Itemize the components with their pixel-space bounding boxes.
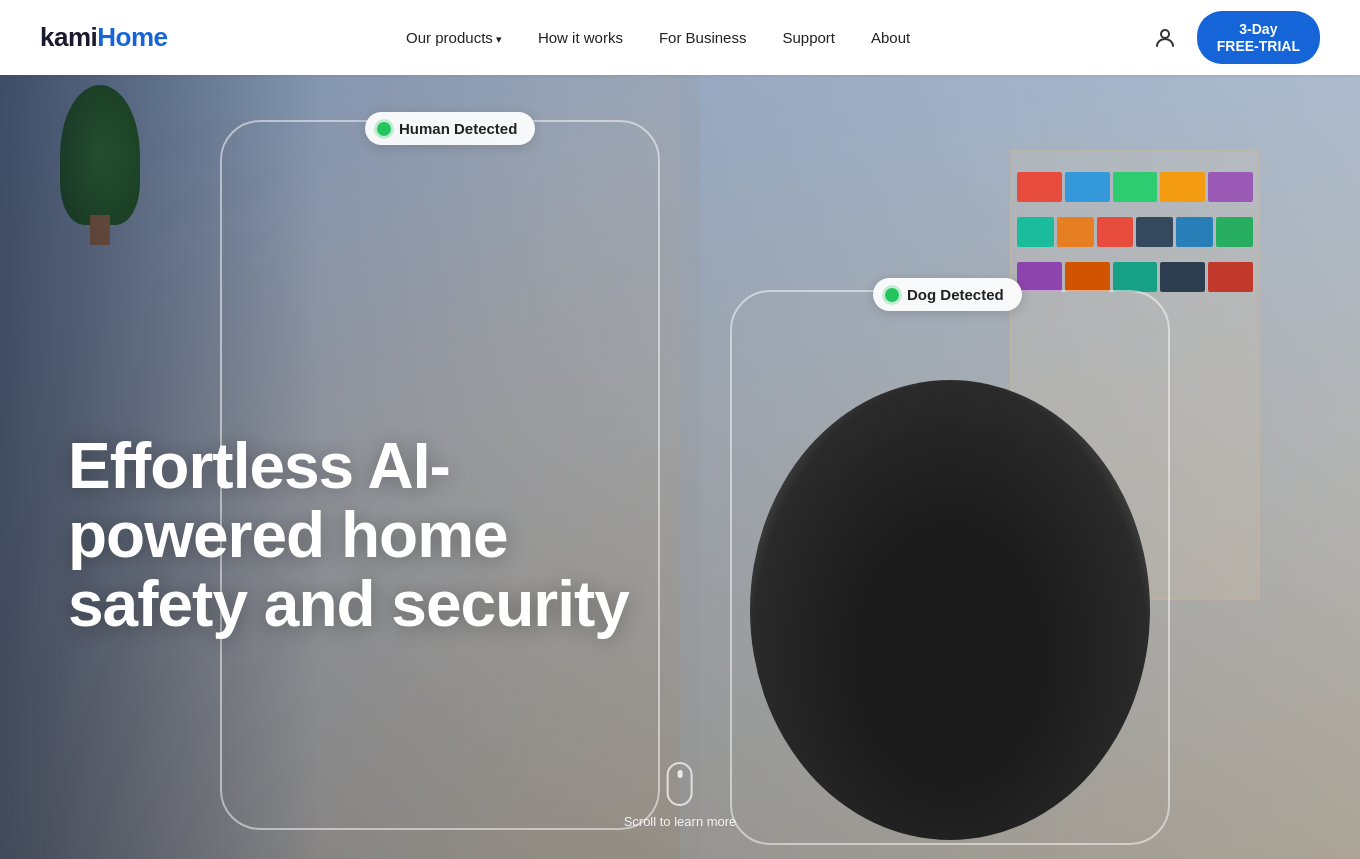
nav-link-support[interactable]: Support [782,29,835,46]
human-detection-badge: Human Detected [365,112,535,145]
book [1113,172,1158,202]
headline-line2: powered home [68,499,508,571]
logo-home: Home [97,22,167,52]
scroll-wheel-icon [667,762,693,806]
book [1160,172,1205,202]
book [1097,217,1134,247]
detection-indicator-dot [377,122,391,136]
trial-line2: FREE-TRIAL [1217,38,1300,54]
scroll-label: Scroll to learn more [624,814,737,829]
user-account-icon[interactable] [1149,22,1181,54]
headline-line1: Effortless AI- [68,430,450,502]
nav-links: Our products How it works For Business S… [406,29,910,47]
nav-item-support[interactable]: Support [782,29,835,47]
book [1017,217,1054,247]
book [1017,172,1062,202]
scroll-hint: Scroll to learn more [624,762,737,829]
book [1208,262,1253,292]
nav-item-for-business[interactable]: For Business [659,29,747,47]
nav-item-how-it-works[interactable]: How it works [538,29,623,47]
hero-section: Human Detected Dog Detected Effortless A… [0,0,1360,859]
free-trial-button[interactable]: 3-Day FREE-TRIAL [1197,11,1320,65]
book-row-3 [1017,262,1253,292]
nav-item-our-products[interactable]: Our products [406,29,502,47]
book [1160,262,1205,292]
dog-detection-label: Dog Detected [907,286,1004,303]
book [1176,217,1213,247]
trial-line1: 3-Day [1239,21,1277,37]
navbar: kamiHome Our products How it works For B… [0,0,1360,75]
book [1065,172,1110,202]
dog-figure [750,380,1150,840]
svg-point-0 [1161,30,1169,38]
logo[interactable]: kamiHome [40,22,168,53]
dog-detection-indicator-dot [885,288,899,302]
book [1065,262,1110,292]
nav-link-our-products[interactable]: Our products [406,29,502,46]
nav-link-about[interactable]: About [871,29,910,46]
logo-kami: kami [40,22,97,52]
nav-link-for-business[interactable]: For Business [659,29,747,46]
book [1208,172,1253,202]
hero-text-block: Effortless AI- powered home safety and s… [68,432,629,639]
scroll-wheel-dot [678,770,683,778]
headline-line3: safety and security [68,568,629,640]
book [1216,217,1253,247]
book [1017,262,1062,292]
book [1136,217,1173,247]
nav-link-how-it-works[interactable]: How it works [538,29,623,46]
book-row-1 [1017,172,1253,202]
book-row-2 [1017,217,1253,247]
human-detection-label: Human Detected [399,120,517,137]
hero-headline: Effortless AI- powered home safety and s… [68,432,629,639]
dog-detection-badge: Dog Detected [873,278,1022,311]
book [1057,217,1094,247]
nav-item-about[interactable]: About [871,29,910,47]
nav-right: 3-Day FREE-TRIAL [1149,11,1320,65]
book [1113,262,1158,292]
